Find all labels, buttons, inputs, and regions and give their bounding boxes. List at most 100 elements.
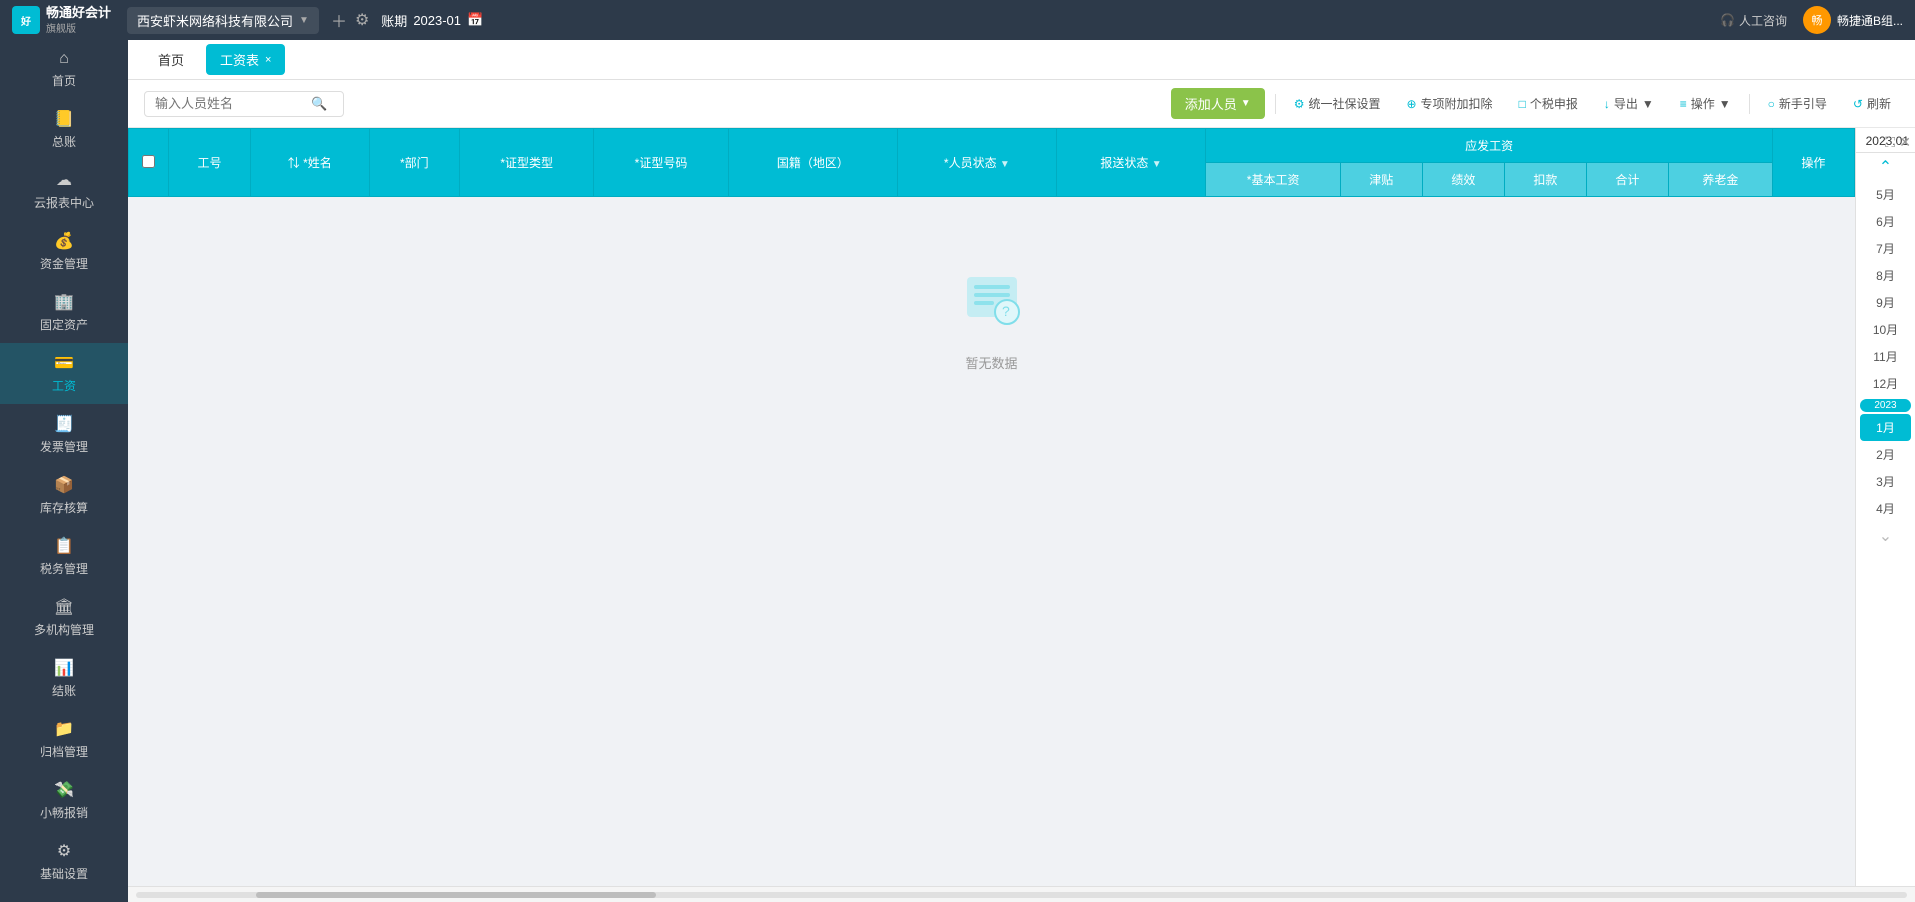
- close-panel-icon[interactable]: ✕: [1899, 134, 1911, 151]
- scroll-thumb[interactable]: [256, 892, 656, 898]
- empty-text: 暂无数据: [965, 353, 1017, 372]
- th-pension: 养老金: [1668, 163, 1772, 197]
- ledger-icon: 📒: [54, 109, 74, 129]
- month-scroll-down[interactable]: ⌄: [1856, 522, 1915, 550]
- calendar-icon[interactable]: 📅: [467, 12, 483, 28]
- export-btn[interactable]: ↓ 导出 ▼: [1596, 91, 1662, 116]
- company-dropdown-icon: ▼: [299, 15, 309, 26]
- sidebar-item-guide[interactable]: 🔰 新手引导: [0, 892, 128, 902]
- sidebar-item-settings[interactable]: ⚙ 基础设置: [0, 831, 128, 892]
- user-btn[interactable]: 畅 畅捷通B组...: [1803, 6, 1903, 34]
- month-item-9[interactable]: 9月: [1856, 289, 1915, 316]
- month-item-7[interactable]: 7月: [1856, 235, 1915, 262]
- archive-icon: 📁: [54, 719, 74, 739]
- sidebar-item-inventory[interactable]: 📦 库存核算: [0, 465, 128, 526]
- tab-salary-table[interactable]: 工资表 ×: [206, 44, 285, 75]
- add-company-btn[interactable]: ＋: [331, 8, 347, 32]
- sidebar-item-multi-org[interactable]: 🏛 多机构管理: [0, 587, 128, 648]
- invoice-icon: 🧾: [54, 414, 74, 434]
- sidebar-item-label: 首页: [52, 72, 76, 89]
- sidebar-item-label: 库存核算: [40, 499, 88, 516]
- headset-icon: 🎧: [1720, 13, 1735, 27]
- th-no: 工号: [169, 129, 251, 197]
- sidebar-item-asset[interactable]: 🏢 固定资产: [0, 282, 128, 343]
- special-deduction-label: 专项附加扣除: [1421, 95, 1493, 112]
- month-item-1[interactable]: 1月: [1860, 414, 1911, 441]
- sidebar-item-label: 固定资产: [40, 316, 88, 333]
- month-item-4[interactable]: 4月: [1856, 495, 1915, 522]
- th-deduction: 扣款: [1504, 163, 1586, 197]
- operation-btn[interactable]: ≡ 操作 ▼: [1672, 91, 1739, 116]
- th-name: ⇅ *姓名: [251, 129, 370, 197]
- logo-sub: 旗舰版: [46, 20, 111, 35]
- th-action: 操作: [1772, 129, 1854, 197]
- service-label: 人工咨询: [1739, 12, 1787, 29]
- sidebar-item-archive[interactable]: 📁 归档管理: [0, 709, 128, 770]
- month-item-8[interactable]: 8月: [1856, 262, 1915, 289]
- sidebar-item-salary[interactable]: 💳 工资: [0, 343, 128, 404]
- sidebar-item-label: 总账: [52, 133, 76, 150]
- service-btn[interactable]: 🎧 人工咨询: [1720, 12, 1787, 29]
- month-item-12[interactable]: 12月: [1856, 370, 1915, 397]
- guide-circle-icon: ○: [1768, 97, 1775, 111]
- search-box[interactable]: 🔍: [144, 91, 344, 117]
- month-item-5[interactable]: 5月: [1856, 181, 1915, 208]
- select-all-checkbox[interactable]: [142, 155, 155, 168]
- sidebar-item-label: 资金管理: [40, 255, 88, 272]
- sidebar-item-label: 归档管理: [40, 743, 88, 760]
- search-input[interactable]: [155, 96, 305, 111]
- expand-icon[interactable]: ⛶: [1885, 134, 1895, 151]
- sidebar-item-expense[interactable]: 💸 小畅报销: [0, 770, 128, 831]
- month-item-2[interactable]: 2月: [1856, 441, 1915, 468]
- status-filter-icon[interactable]: ▼: [1000, 159, 1010, 170]
- th-checkbox[interactable]: [129, 129, 169, 197]
- sidebar-item-label: 税务管理: [40, 560, 88, 577]
- tab-close-icon[interactable]: ×: [265, 54, 271, 66]
- toolbar: 🔍 添加人员 ▼ ⚙ 统一社保设置 ⊕ 专项附加扣除: [128, 80, 1915, 128]
- month-item-10[interactable]: 10月: [1856, 316, 1915, 343]
- social-security-btn[interactable]: ⚙ 统一社保设置: [1286, 91, 1389, 116]
- company-selector[interactable]: 西安虾米网络科技有限公司 ▼: [127, 7, 319, 34]
- month-item-6[interactable]: 6月: [1856, 208, 1915, 235]
- top-bar-actions: ＋ ⚙: [331, 8, 369, 32]
- user-label: 畅捷通B组...: [1837, 12, 1903, 29]
- sidebar-item-home[interactable]: ⌂ 首页: [0, 40, 128, 99]
- sidebar-item-invoice[interactable]: 🧾 发票管理: [0, 404, 128, 465]
- export-icon: ↓: [1604, 97, 1610, 111]
- th-allowance: 津贴: [1340, 163, 1422, 197]
- sidebar-item-tax[interactable]: 📋 税务管理: [0, 526, 128, 587]
- tab-home[interactable]: 首页: [144, 44, 198, 75]
- personal-tax-btn[interactable]: □ 个税申报: [1511, 91, 1586, 116]
- sidebar-item-fund[interactable]: 💰 资金管理: [0, 221, 128, 282]
- table-wrap[interactable]: 工号 ⇅ *姓名 *部门 *证型类型 *证型号码 国籍（地区） *人员状态 ▼: [128, 128, 1855, 886]
- refresh-btn[interactable]: ↺ 刷新: [1845, 91, 1899, 116]
- company-name: 西安虾米网络科技有限公司: [137, 11, 293, 30]
- month-scroll-up[interactable]: ⌃: [1856, 153, 1915, 181]
- asset-icon: 🏢: [54, 292, 74, 312]
- expense-icon: 💸: [54, 780, 74, 800]
- sidebar-item-label: 基础设置: [40, 865, 88, 882]
- special-deduction-btn[interactable]: ⊕ 专项附加扣除: [1398, 91, 1500, 116]
- guide-btn[interactable]: ○ 新手引导: [1760, 91, 1835, 116]
- scroll-track[interactable]: [136, 892, 1907, 898]
- tax-icon: 📋: [54, 536, 74, 556]
- top-bar: 好 畅通好会计 旗舰版 西安虾米网络科技有限公司 ▼ ＋ ⚙ 账期 2023-0…: [0, 0, 1915, 40]
- search-icon: 🔍: [311, 96, 327, 112]
- month-item-11[interactable]: 11月: [1856, 343, 1915, 370]
- year-badge: 2023: [1860, 399, 1911, 412]
- month-item-3[interactable]: 3月: [1856, 468, 1915, 495]
- scroll-bar-area[interactable]: [128, 886, 1915, 902]
- guide-label: 新手引导: [1779, 95, 1827, 112]
- settings-btn[interactable]: ⚙: [355, 10, 369, 30]
- sidebar-item-ledger[interactable]: 📒 总账: [0, 99, 128, 160]
- empty-icon: ?: [952, 257, 1032, 337]
- salary-icon: 💳: [54, 353, 74, 373]
- sidebar-item-close[interactable]: 📊 结账: [0, 648, 128, 709]
- user-avatar: 畅: [1803, 6, 1831, 34]
- sidebar-item-cloud-report[interactable]: ☁ 云报表中心: [0, 160, 128, 221]
- th-status: *人员状态 ▼: [898, 129, 1056, 197]
- add-person-btn[interactable]: 添加人员 ▼: [1171, 88, 1265, 119]
- th-performance: 绩效: [1422, 163, 1504, 197]
- sidebar-item-label: 工资: [52, 377, 76, 394]
- report-filter-icon[interactable]: ▼: [1152, 159, 1162, 170]
